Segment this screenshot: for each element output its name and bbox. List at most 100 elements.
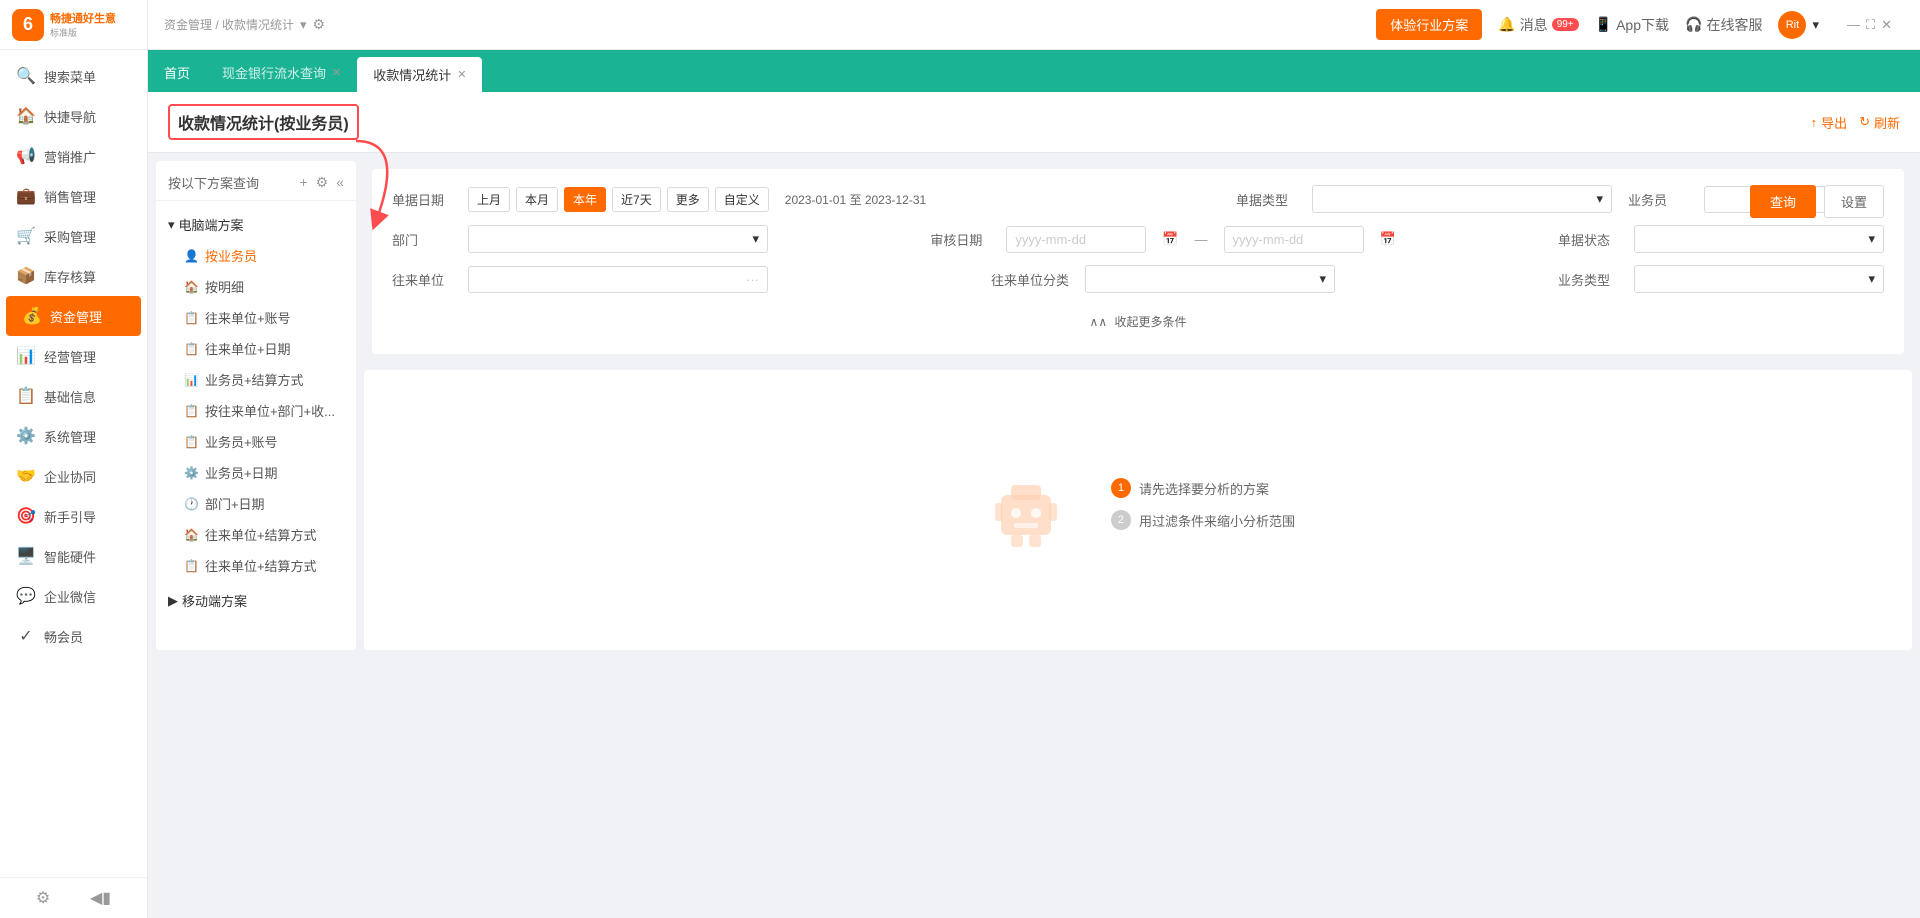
partner-select[interactable]: ···: [468, 266, 768, 293]
add-scheme-icon[interactable]: +: [299, 174, 307, 191]
window-controls: — ⛶ ✕: [1835, 17, 1904, 33]
sidebar-item-quick-nav[interactable]: 🏠 快捷导航: [0, 96, 147, 136]
salesman-account-icon: 📋: [184, 435, 199, 449]
date-btn-custom[interactable]: 自定义: [715, 187, 769, 212]
sidebar-item-wechat[interactable]: 💬 企业微信: [0, 576, 147, 616]
sidebar-item-sales[interactable]: 💼 销售管理: [0, 176, 147, 216]
scheme-item-by-salesman[interactable]: 👤 按业务员: [156, 240, 356, 271]
refresh-icon: ↻: [1859, 114, 1870, 130]
sidebar-item-basic[interactable]: 📋 基础信息: [0, 376, 147, 416]
sidebar-item-enterprise[interactable]: 🤝 企业协同: [0, 456, 147, 496]
query-button[interactable]: 查询: [1750, 185, 1816, 218]
date-btn-7days[interactable]: 近7天: [612, 187, 661, 212]
sidebar-item-inventory[interactable]: 📦 库存核算: [0, 256, 147, 296]
date-btn-this-year[interactable]: 本年: [564, 187, 606, 212]
scheme-panel-title: 按以下方案查询: [168, 173, 259, 192]
setting-button[interactable]: 设置: [1824, 185, 1884, 218]
scheme-panel-icons: + ⚙ «: [299, 174, 344, 191]
scheme-group-desktop-header[interactable]: ▾ 电脑端方案: [156, 209, 356, 240]
scheme-item-partner-dept[interactable]: 📋 按往来单位+部门+收...: [156, 395, 356, 426]
tab-receipt[interactable]: 收款情况统计 ✕: [357, 57, 482, 92]
partner-payment2-icon: 📋: [184, 559, 199, 573]
breadcrumb-dropdown-icon[interactable]: ▾: [300, 17, 307, 33]
partner-category-select[interactable]: ▾: [1085, 265, 1335, 293]
right-panel: 查询 设置 单据日期 上月 本月 本年 近7天 更多 自定义: [364, 161, 1912, 650]
tab-receipt-close[interactable]: ✕: [457, 68, 466, 81]
system-icon: ⚙️: [16, 426, 36, 446]
scheme-item-salesman-payment[interactable]: 📊 业务员+结算方式: [156, 364, 356, 395]
sidebar-item-member[interactable]: ✓ 畅会员: [0, 616, 147, 656]
biz-type-down-icon: ▾: [1868, 271, 1875, 287]
setting-scheme-icon[interactable]: ⚙: [316, 174, 329, 191]
arrow-right-icon: ▶: [168, 593, 178, 609]
finance-icon: 💰: [22, 306, 42, 326]
scheme-item-salesman-account[interactable]: 📋 业务员+账号: [156, 426, 356, 457]
sidebar-item-guide[interactable]: 🎯 新手引导: [0, 496, 147, 536]
basic-icon: 📋: [16, 386, 36, 406]
trial-button[interactable]: 体验行业方案: [1376, 9, 1482, 40]
calendar-icon-start[interactable]: 📅: [1162, 231, 1178, 247]
scheme-panel-header: 按以下方案查询 + ⚙ «: [156, 173, 356, 201]
doc-type-label: 单据类型: [1236, 190, 1296, 209]
salesman-date-icon: ⚙️: [184, 466, 199, 480]
user-dropdown-icon: ▾: [1812, 17, 1819, 33]
date-btn-this-month[interactable]: 本月: [516, 187, 558, 212]
sidebar-item-system[interactable]: ⚙️ 系统管理: [0, 416, 147, 456]
empty-state: 1 请先选择要分析的方案 2 用过滤条件来缩小分析范围: [364, 370, 1912, 650]
notification-btn[interactable]: 🔔 消息 99+: [1498, 15, 1578, 35]
window-maximize-icon[interactable]: ⛶: [1866, 17, 1875, 33]
scheme-item-partner-payment1[interactable]: 🏠 往来单位+结算方式: [156, 519, 356, 550]
settings-bottom-icon[interactable]: ⚙: [36, 888, 50, 908]
online-service-btn[interactable]: 🎧 在线客服: [1685, 15, 1762, 35]
filter-panel: 查询 设置 单据日期 上月 本月 本年 近7天 更多 自定义: [372, 169, 1904, 354]
user-area[interactable]: Rit ▾: [1778, 11, 1819, 39]
date-dash: —: [1195, 232, 1208, 247]
service-icon: 🎧: [1685, 16, 1702, 33]
date-btn-last-month[interactable]: 上月: [468, 187, 510, 212]
logo-area: 6 畅捷通好生意 标准版: [0, 0, 147, 50]
scheme-item-dept-date[interactable]: 🕐 部门+日期: [156, 488, 356, 519]
salesman-icon: 👤: [184, 249, 199, 263]
scheme-group-desktop-label: 电脑端方案: [179, 215, 244, 234]
review-date-end[interactable]: yyyy-mm-dd: [1224, 226, 1364, 253]
hardware-icon: 🖥️: [16, 546, 36, 566]
collapse-scheme-icon[interactable]: «: [336, 174, 344, 191]
scheme-item-partner-account[interactable]: 📋 往来单位+账号: [156, 302, 356, 333]
settings-icon[interactable]: ⚙: [313, 16, 326, 33]
expand-icon[interactable]: ◀▮: [90, 888, 111, 908]
window-close-icon[interactable]: ✕: [1881, 17, 1892, 33]
sidebar-item-search[interactable]: 🔍 搜索菜单: [0, 56, 147, 96]
scheme-item-partner-payment2[interactable]: 📋 往来单位+结算方式: [156, 550, 356, 581]
empty-steps: 1 请先选择要分析的方案 2 用过滤条件来缩小分析范围: [1111, 478, 1295, 542]
scheme-group-mobile-header[interactable]: ▶ 移动端方案: [156, 585, 356, 616]
app-download-btn[interactable]: 📱 App下载: [1595, 15, 1669, 35]
sidebar-item-purchase[interactable]: 🛒 采购管理: [0, 216, 147, 256]
logo-icon: 6: [12, 9, 44, 41]
tab-bank[interactable]: 现金银行流水查询 ✕: [206, 55, 357, 92]
sidebar-item-marketing[interactable]: 📢 营销推广: [0, 136, 147, 176]
topbar-actions: 体验行业方案 🔔 消息 99+ 📱 App下载 🎧 在线客服 Rit ▾: [1376, 9, 1904, 40]
dept-select[interactable]: ▾: [468, 225, 768, 253]
review-date-start[interactable]: yyyy-mm-dd: [1006, 226, 1146, 253]
tab-home[interactable]: 首页: [148, 55, 206, 92]
date-btn-more[interactable]: 更多: [667, 187, 709, 212]
partner-cat-down-icon: ▾: [1319, 271, 1326, 287]
filter-row-3: 往来单位 ··· 往来单位分类 ▾ 业务类型: [392, 265, 1884, 293]
doc-status-select[interactable]: ▾: [1634, 225, 1884, 253]
export-button[interactable]: ↑ 导出: [1811, 113, 1848, 132]
tab-bank-close[interactable]: ✕: [332, 66, 341, 79]
biz-type-select[interactable]: ▾: [1634, 265, 1884, 293]
scheme-item-salesman-date[interactable]: ⚙️ 业务员+日期: [156, 457, 356, 488]
scheme-item-partner-date[interactable]: 📋 往来单位+日期: [156, 333, 356, 364]
calendar-icon-end[interactable]: 📅: [1380, 231, 1396, 247]
scheme-item-by-detail[interactable]: 🏠 按明细: [156, 271, 356, 302]
doc-type-select[interactable]: ▾: [1312, 185, 1612, 213]
scheme-group-mobile-label: 移动端方案: [182, 591, 247, 610]
window-minimize-icon[interactable]: —: [1847, 17, 1860, 32]
sidebar-item-finance[interactable]: 💰 资金管理: [6, 296, 141, 336]
sidebar-item-hardware[interactable]: 🖥️ 智能硬件: [0, 536, 147, 576]
sidebar-item-operation[interactable]: 📊 经营管理: [0, 336, 147, 376]
refresh-button[interactable]: ↻ 刷新: [1859, 113, 1900, 132]
collapse-button[interactable]: ∧∧ 收起更多条件: [392, 305, 1884, 338]
filter-row-2: 部门 ▾ 审核日期 yyyy-mm-dd 📅 — yyy: [392, 225, 1884, 253]
